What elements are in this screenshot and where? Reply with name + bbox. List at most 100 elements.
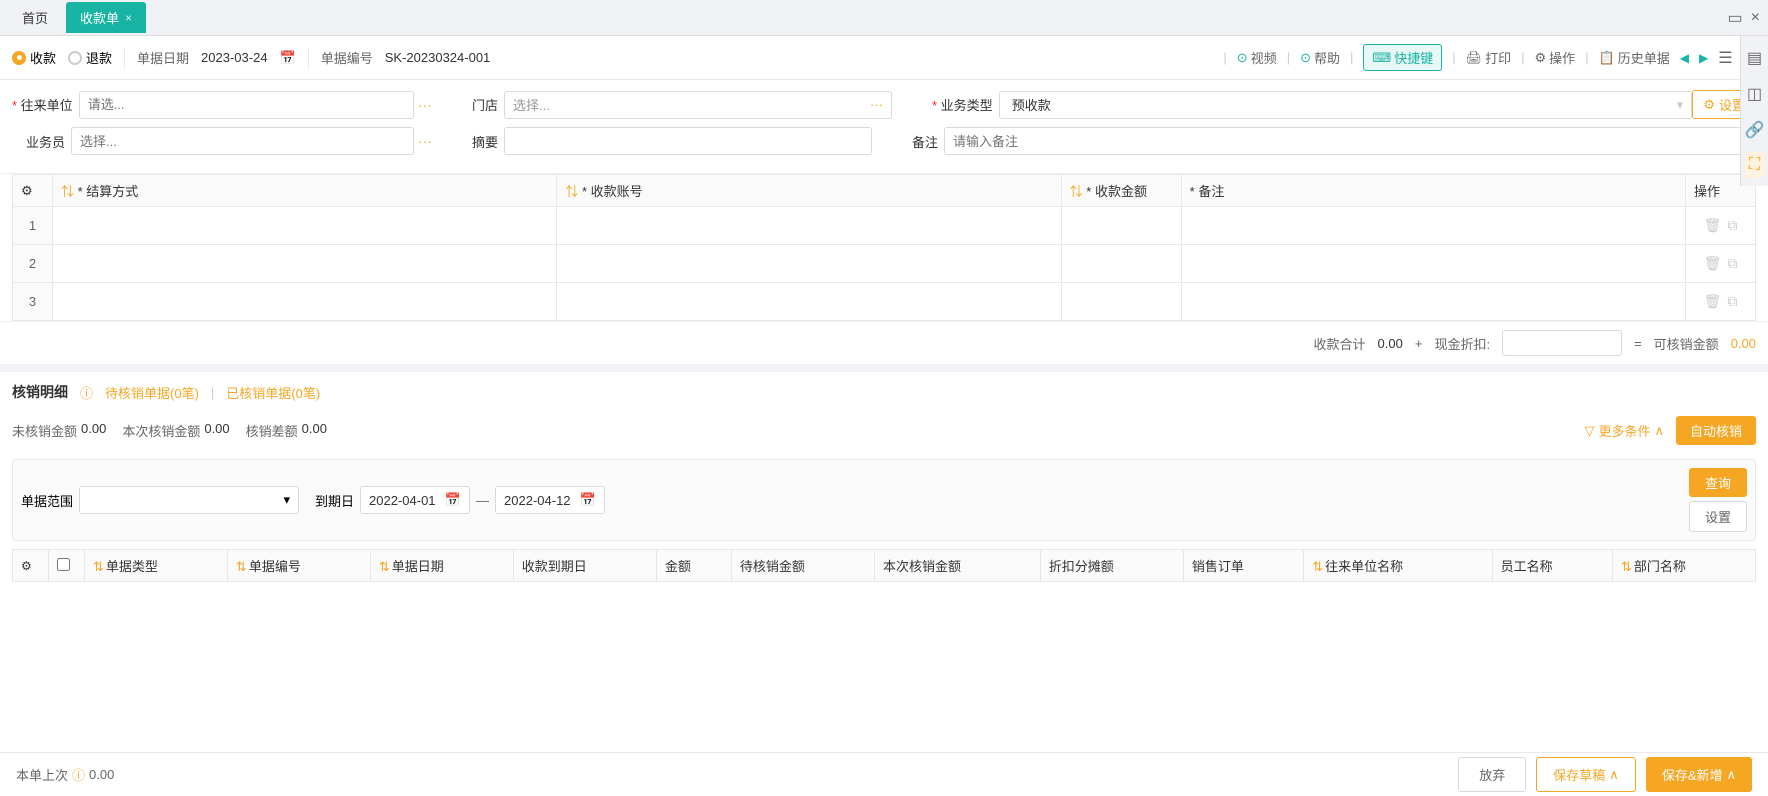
calendar-icon[interactable]: 📅 [280,50,296,66]
tab-bar: 首页 收款单 × ▭ × [0,0,1768,36]
amount-1 [1061,207,1181,245]
copy-icon-3[interactable]: ⧉ [1727,293,1737,310]
more-conditions-btn[interactable]: ▽ 更多条件 ∧ [1584,421,1664,440]
nav-right-icon[interactable]: ▶ [1699,51,1708,65]
table-settings-col[interactable]: ⚙ [13,175,53,207]
tab-pending[interactable]: 待核销单据(0笔) [105,383,199,402]
btn-operations[interactable]: ⚙ 操作 [1535,48,1576,67]
side-link-icon[interactable]: 🔗 [1741,116,1768,144]
abandon-button[interactable]: 放弃 [1458,757,1526,792]
due-date-field: 到期日 2022-04-01 📅 — 2022-04-12 📅 [315,486,605,514]
copy-icon-1[interactable]: ⧉ [1727,217,1737,234]
window-restore-icon[interactable]: ▭ [1728,8,1743,28]
list-view-icon[interactable]: ☰ [1718,48,1732,68]
settings-btn-2[interactable]: 设置 [1689,501,1747,532]
form-row-1: * 往来单位 ··· 门店 选择... ··· * 业务类型 预收款 [12,90,1756,119]
actions-3: 🗑 ⧉ [1686,283,1756,321]
side-expand-icon[interactable]: ⛶ [1745,152,1764,178]
col-doc-no: ⇅单据编号 [227,550,370,582]
tab-home[interactable]: 首页 [8,2,62,33]
toolbar: 收款 退款 单据日期 2023-03-24 📅 单据编号 SK-20230324… [0,36,1768,80]
cal-to-icon[interactable]: 📅 [580,492,596,508]
discount-input[interactable] [1502,330,1622,356]
date-from-input[interactable]: 2022-04-01 📅 [360,486,470,514]
section-divider [0,364,1768,372]
amount-input-2[interactable] [1062,245,1181,282]
remark-input-2[interactable] [1182,245,1685,282]
tab-bar-right: ▭ × [1728,8,1760,28]
auto-verify-btn[interactable]: 自动核销 [1676,416,1756,445]
settlement-input-2[interactable] [53,245,556,282]
biz-type-select[interactable]: 预收款 ▾ [999,91,1693,119]
save-draft-button[interactable]: 保存草稿 ∧ [1536,757,1636,792]
nav-left-icon[interactable]: ◀ [1680,51,1689,65]
col-staff: 员工名称 [1492,550,1612,582]
last-info-icon[interactable]: ⓘ [72,765,85,784]
shortcut-icon: ⌨ [1372,50,1391,66]
due-date-label: 到期日 [315,491,354,510]
table-row: 3 🗑 ⧉ [13,283,1756,321]
tab-close-icon[interactable]: × [125,11,132,25]
remarks-input[interactable] [944,127,1756,155]
window-close-icon[interactable]: × [1751,9,1760,27]
verify-stats: 未核销金额 0.00 本次核销金额 0.00 核销差额 0.00 ▽ 更多条件 … [12,410,1756,451]
cal-from-icon[interactable]: 📅 [445,492,461,508]
col-account: ⇅ * 收款账号 [557,175,1061,207]
radio-refund-dot [68,51,82,65]
toolbar-divider-1 [124,48,125,68]
summary-input[interactable] [504,127,872,155]
discount-label: 现金折扣: [1434,334,1490,353]
side-layout-icon[interactable]: ◫ [1743,80,1766,108]
col-current: 本次核销金额 [875,550,1041,582]
range-select[interactable]: ▾ [79,486,299,514]
actions-1: 🗑 ⧉ [1686,207,1756,245]
counterparty-more-icon[interactable]: ··· [418,97,432,113]
copy-icon-2[interactable]: ⧉ [1727,255,1737,272]
save-new-button[interactable]: 保存&新增 ∧ [1646,757,1752,792]
account-input-3[interactable] [557,283,1060,320]
settlement-input-3[interactable] [53,283,556,320]
delete-icon-2[interactable]: 🗑 [1704,255,1722,272]
remark-input-1[interactable] [1182,207,1685,244]
col-gear[interactable]: ⚙ [13,550,49,582]
side-table-icon[interactable]: ▤ [1743,44,1766,72]
amount-input-1[interactable] [1062,207,1181,244]
btn-shortcut[interactable]: ⌨ 快捷键 [1363,44,1442,71]
col-due-date: 收款到期日 [513,550,656,582]
amount-input-3[interactable] [1062,283,1181,320]
range-label: 单据范围 [21,491,73,510]
delete-icon-3[interactable]: 🗑 [1704,293,1722,310]
query-btn[interactable]: 查询 [1689,468,1747,497]
available-value: 0.00 [1731,336,1756,351]
diff-stat: 核销差额 0.00 [246,421,327,440]
col-doc-date: ⇅单据日期 [370,550,513,582]
date-to-input[interactable]: 2022-04-12 📅 [495,486,605,514]
btn-video[interactable]: ⊙ 视频 [1237,48,1277,67]
ops-icon: ⚙ [1535,50,1547,66]
account-input-1[interactable] [557,207,1060,244]
btn-print[interactable]: 🖨 打印 [1466,48,1512,67]
verify-info-icon[interactable]: ⓘ [80,383,93,402]
tab-receipt[interactable]: 收款单 × [66,2,146,33]
btn-help[interactable]: ⊙ 帮助 [1300,48,1340,67]
counterparty-input[interactable] [79,91,414,119]
delete-icon-1[interactable]: 🗑 [1704,217,1722,234]
col-checkbox[interactable] [49,550,85,582]
staff-input[interactable] [71,127,414,155]
store-label: 门店 [472,95,498,114]
store-select[interactable]: 选择... ··· [504,91,892,119]
select-all-checkbox[interactable] [57,558,70,571]
radio-refund[interactable]: 退款 [68,48,112,67]
verify-table: ⚙ ⇅单据类型 ⇅单据编号 ⇅单据日期 收款到期日 金额 待核销金额 本次核销金… [12,549,1756,582]
staff-more-icon[interactable]: ··· [418,133,432,149]
right-panel: ▤ ◫ 🔗 ⛶ [1740,36,1768,186]
sum-row: 收款合计 0.00 + 现金折扣: = 可核销金额 0.00 [0,321,1768,364]
btn-history[interactable]: 📋 历史单据 [1599,48,1670,67]
account-input-2[interactable] [557,245,1060,282]
settlement-input-1[interactable] [53,207,556,244]
remark-input-3[interactable] [1182,283,1685,320]
col-amount: ⇅ * 收款金额 [1061,175,1181,207]
tab-verified[interactable]: 已核销单据(0笔) [226,383,320,402]
remarks-field: 备注 [912,127,1756,155]
radio-receipt[interactable]: 收款 [12,48,56,67]
